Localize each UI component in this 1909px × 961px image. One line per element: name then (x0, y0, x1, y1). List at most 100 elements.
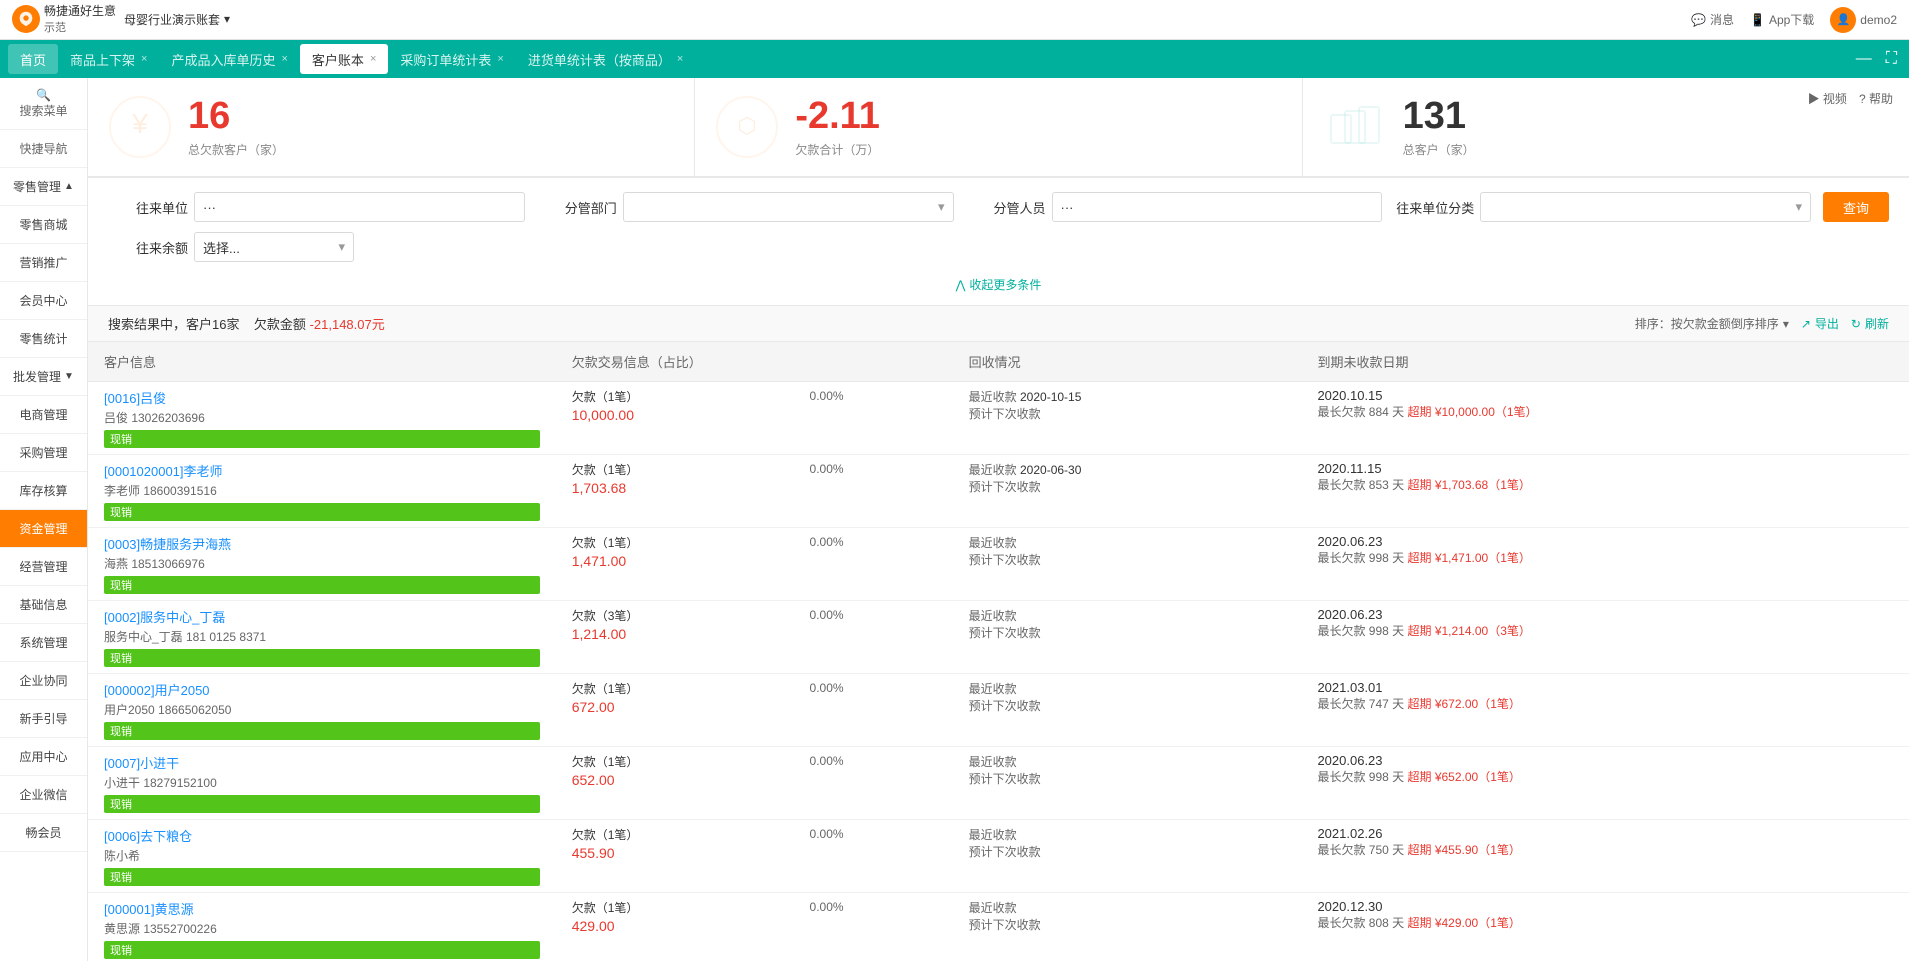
collapse-filter-btn[interactable]: ⋀ 收起更多条件 (108, 272, 1889, 297)
cell-customer-6: [0006]去下粮仓 陈小希 现销 (88, 820, 556, 893)
nav-maximize-icon[interactable]: ⛶ (1882, 50, 1901, 68)
customer-tag-6: 现销 (104, 868, 540, 886)
debt-amount-4: 672.00 (572, 699, 778, 715)
customer-name-link-2[interactable]: [0003]畅捷服务尹海燕 (104, 534, 540, 553)
sidebar-item-retail-mgmt[interactable]: 零售管理 ▲ (0, 168, 87, 206)
message-icon: 💬 (1691, 13, 1706, 27)
refresh-button[interactable]: ↻ 刷新 (1851, 315, 1889, 332)
recent-collection-label-2: 最近收款 (969, 536, 1017, 550)
quick-nav-item[interactable]: 快捷导航 (0, 130, 87, 168)
overdue-info-3: 最长欠款 998 天 超期 ¥1,214.00（3笔） (1317, 622, 1893, 639)
sidebar-item-ecommerce[interactable]: 电商管理 (0, 396, 87, 434)
tab-close-icon[interactable]: × (141, 53, 147, 65)
user-profile[interactable]: 👤 demo2 (1830, 7, 1897, 33)
cell-recovery-0: 最近收款 2020-10-15 预计下次收款 (953, 382, 1302, 455)
video-btn[interactable]: ▶ 视频 (1808, 90, 1847, 107)
customer-name-link-7[interactable]: [000001]黄思源 (104, 899, 540, 918)
overdue-link-6[interactable]: 超期 ¥455.90（1笔） (1407, 843, 1520, 857)
tab-customer-account-label: 客户账本 (312, 50, 364, 69)
tab-close-icon[interactable]: × (497, 53, 503, 65)
sidebar-item-purchase[interactable]: 采购管理 (0, 434, 87, 472)
sidebar-item-marketing[interactable]: 营销推广 (0, 244, 87, 282)
help-btn[interactable]: ? 帮助 (1859, 90, 1893, 107)
table-row: [000002]用户2050 用户2050 18665062050 现销 欠款（… (88, 674, 1909, 747)
overdue-link-3[interactable]: 超期 ¥1,214.00（3笔） (1407, 624, 1530, 638)
tab-close-icon[interactable]: × (281, 53, 287, 65)
filter-select-dept[interactable]: ▾ (623, 192, 954, 222)
sidebar-item-membership[interactable]: 会员中心 (0, 282, 87, 320)
chevron-down-icon: ▾ (938, 199, 945, 215)
filter-input-customer[interactable]: ··· (194, 192, 525, 222)
overdue-info-5: 最长欠款 998 天 超期 ¥652.00（1笔） (1317, 768, 1893, 785)
message-label: 消息 (1710, 11, 1734, 28)
company-select[interactable]: 母婴行业演示账套 ▾ (124, 11, 230, 28)
search-menu[interactable]: 🔍 搜索菜单 (0, 78, 87, 130)
sidebar-item-wholesale-mgmt[interactable]: 批发管理 ▼ (0, 358, 87, 396)
sidebar-item-finance[interactable]: 资金管理 (0, 510, 87, 548)
debt-amount-2: 1,471.00 (572, 553, 778, 569)
customer-table: 客户信息 欠款交易信息（占比） 回收情况 到期未收款日期 [0016]吕俊 吕俊… (88, 342, 1909, 961)
stat-top-right: ▶ 视频 ? 帮助 (1808, 90, 1893, 107)
sidebar-item-basic-info[interactable]: 基础信息 (0, 586, 87, 624)
sidebar-item-label: 库存核算 (19, 482, 67, 499)
sidebar-item-app-center[interactable]: 应用中心 (0, 738, 87, 776)
tab-products-on-off[interactable]: 商品上下架 × (58, 44, 159, 74)
svg-text:¥: ¥ (131, 108, 148, 139)
help-icon: ? (1859, 92, 1866, 106)
overdue-info-2: 最长欠款 998 天 超期 ¥1,471.00（1笔） (1317, 549, 1893, 566)
sidebar-item-operations[interactable]: 经营管理 (0, 548, 87, 586)
customer-name-link-3[interactable]: [0002]服务中心_丁磊 (104, 607, 540, 626)
recent-collection-label-6: 最近收款 (969, 828, 1017, 842)
sidebar-item-wechat[interactable]: 企业微信 (0, 776, 87, 814)
tab-close-icon[interactable]: × (677, 53, 683, 65)
tab-customer-account[interactable]: 客户账本 × (300, 44, 388, 74)
cell-due-2: 2020.06.23 最长欠款 998 天 超期 ¥1,471.00（1笔） (1301, 528, 1909, 601)
customer-name-link-0[interactable]: [0016]吕俊 (104, 388, 540, 407)
refresh-label: 刷新 (1865, 315, 1889, 332)
tab-home[interactable]: 首页 (8, 44, 58, 74)
overdue-link-7[interactable]: 超期 ¥429.00（1笔） (1407, 916, 1520, 930)
app-download-btn[interactable]: 📱 App下载 (1750, 11, 1814, 28)
debt-count-7: 欠款（1笔） (572, 899, 778, 916)
sidebar-item-enterprise-collab[interactable]: 企业协同 (0, 662, 87, 700)
app-download-label: App下载 (1769, 11, 1814, 28)
customer-name-link-6[interactable]: [0006]去下粮仓 (104, 826, 540, 845)
overdue-link-5[interactable]: 超期 ¥652.00（1笔） (1407, 770, 1520, 784)
customer-tag-0: 现销 (104, 430, 540, 448)
cell-due-1: 2020.11.15 最长欠款 853 天 超期 ¥1,703.68（1笔） (1301, 455, 1909, 528)
sidebar-item-beginner[interactable]: 新手引导 (0, 700, 87, 738)
overdue-link-4[interactable]: 超期 ¥672.00（1笔） (1407, 697, 1520, 711)
customer-info-1: [0001020001]李老师 李老师 18600391516 现销 (104, 461, 540, 521)
sidebar-item-system[interactable]: 系统管理 (0, 624, 87, 662)
due-date-4: 2021.03.01 (1317, 680, 1893, 695)
cell-debt-0: 欠款（1笔） 10,000.00 (556, 382, 794, 455)
sidebar-item-retail-stats[interactable]: 零售统计 (0, 320, 87, 358)
recent-collection-label-4: 最近收款 (969, 682, 1017, 696)
tab-production-history[interactable]: 产成品入库单历史 × (159, 44, 299, 74)
customer-name-link-4[interactable]: [000002]用户2050 (104, 680, 540, 699)
tab-purchase-stats[interactable]: 采购订单统计表 × (388, 44, 515, 74)
nav-minimize-icon[interactable]: — (1852, 50, 1876, 68)
message-btn[interactable]: 💬 消息 (1691, 11, 1734, 28)
overdue-link-2[interactable]: 超期 ¥1,471.00（1笔） (1407, 551, 1530, 565)
customer-name-link-1[interactable]: [0001020001]李老师 (104, 461, 540, 480)
debt-count-6: 欠款（1笔） (572, 826, 778, 843)
next-collection-0: 预计下次收款 (969, 405, 1286, 422)
sort-button[interactable]: 排序：按欠款金额倒序排序 ▾ (1635, 315, 1789, 332)
overdue-link-1[interactable]: 超期 ¥1,703.68（1笔） (1407, 478, 1530, 492)
query-button[interactable]: 查询 (1823, 192, 1889, 222)
customer-name-link-5[interactable]: [0007]小进干 (104, 753, 540, 772)
export-button[interactable]: ↗ 导出 (1801, 315, 1839, 332)
filter-input-person[interactable]: ··· (1052, 192, 1383, 222)
overdue-info-4: 最长欠款 747 天 超期 ¥672.00（1笔） (1317, 695, 1893, 712)
filter-select-balance[interactable]: 选择... ▾ (194, 232, 354, 262)
top-right: 💬 消息 📱 App下载 👤 demo2 (1691, 7, 1897, 33)
tab-close-icon[interactable]: × (370, 53, 376, 65)
sidebar-item-member[interactable]: 畅会员 (0, 814, 87, 852)
filter-select-category[interactable]: ▾ (1480, 192, 1811, 222)
sidebar-item-inventory[interactable]: 库存核算 (0, 472, 87, 510)
tab-stock-stats[interactable]: 进货单统计表（按商品） × (516, 44, 695, 74)
sort-label: 排序：按欠款金额倒序排序 (1635, 315, 1779, 332)
sidebar-item-retail-mall[interactable]: 零售商城 (0, 206, 87, 244)
overdue-link-0[interactable]: 超期 ¥10,000.00（1笔） (1407, 405, 1537, 419)
